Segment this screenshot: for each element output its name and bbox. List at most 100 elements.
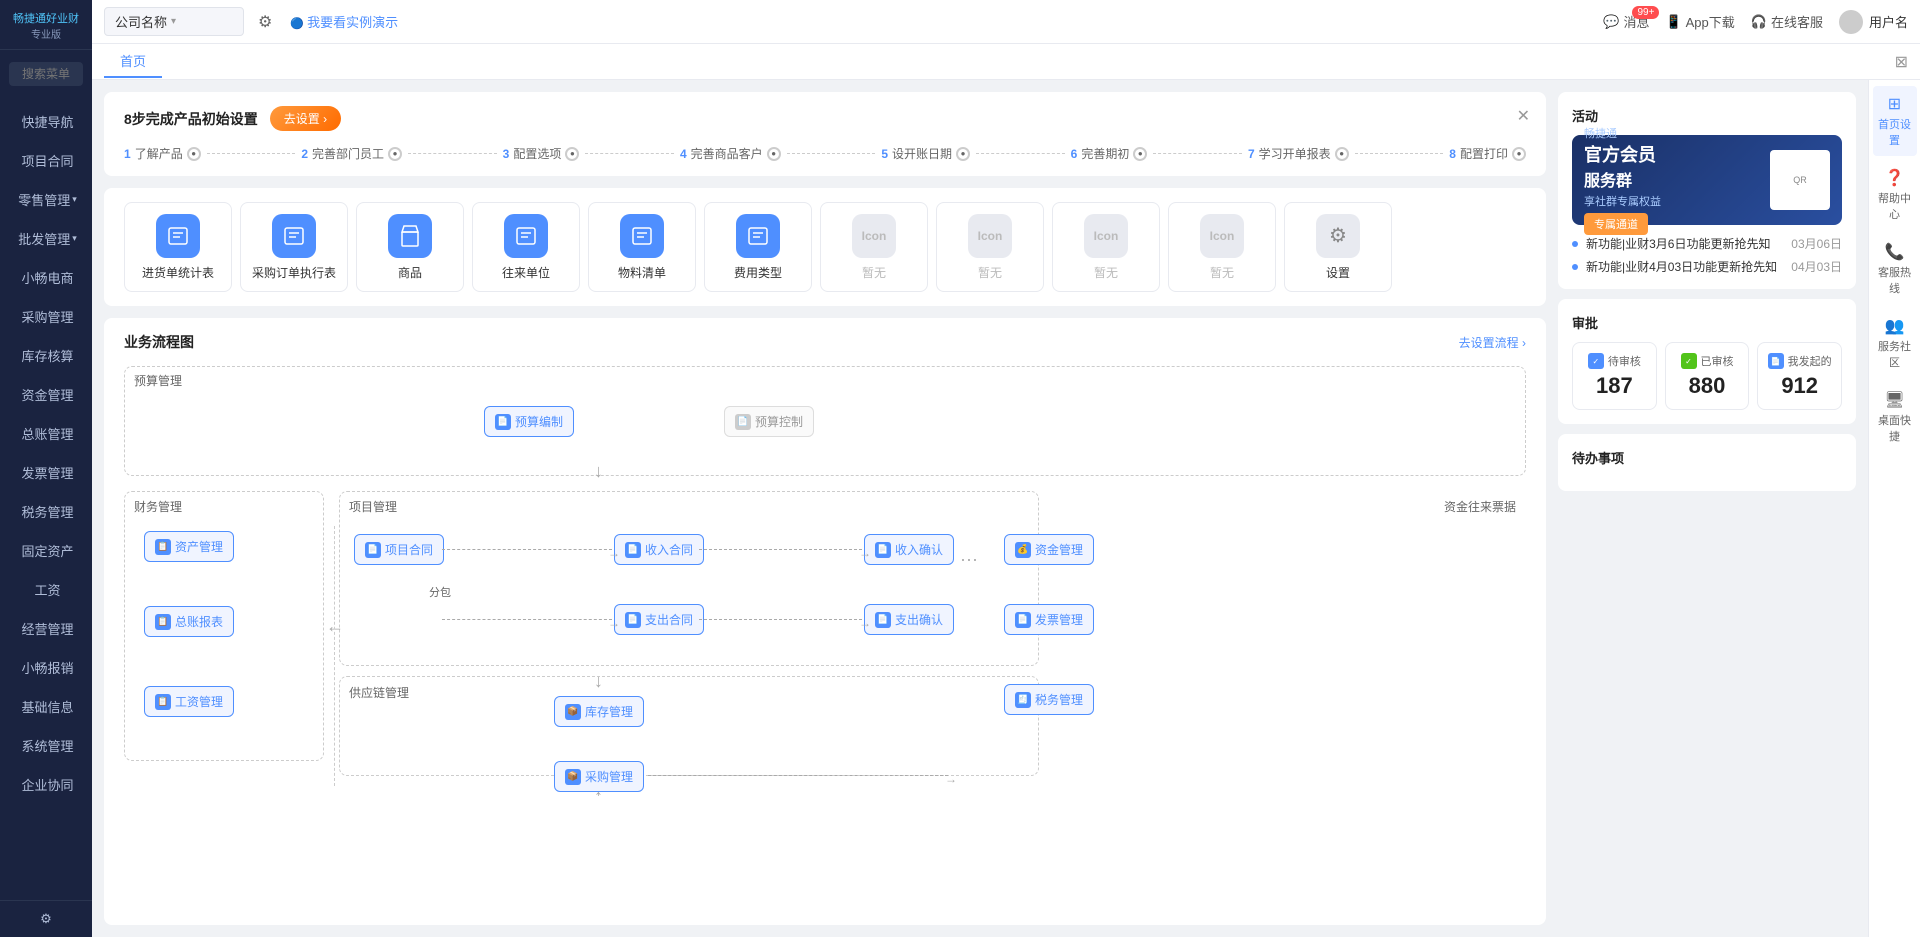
flow-node-warehouse[interactable]: 📦 库存管理 (554, 696, 644, 727)
news-text: 新功能|业财3月6日功能更新抢先知 (1586, 235, 1783, 252)
flow-node-ledger[interactable]: 📋 总账报表 (144, 606, 234, 637)
news-date: 03月06日 (1791, 235, 1842, 252)
flow-node-income-contract[interactable]: 📄 收入合同 (614, 534, 704, 565)
icon-item-settings[interactable]: ⚙ 设置 (1284, 202, 1392, 292)
flow-node-salary[interactable]: 📋 工资管理 (144, 686, 234, 717)
far-right-help[interactable]: ❓ 帮助中心 (1873, 160, 1917, 230)
sidebar-item-expense[interactable]: 小畅报销 (0, 648, 92, 687)
icon-item-purchase-order[interactable]: 采购订单执行表 (240, 202, 348, 292)
sidebar-item-capital[interactable]: 资金管理 (0, 375, 92, 414)
sidebar-item-invoice[interactable]: 发票管理 (0, 453, 92, 492)
news-item-2[interactable]: 新功能|业财4月03日功能更新抢先知 04月03日 (1572, 258, 1842, 275)
chevron-icon: ▾ (72, 194, 77, 205)
sidebar-item-retail[interactable]: 零售管理 ▾ (0, 180, 92, 219)
sidebar-item-purchase[interactable]: 采购管理 (0, 297, 92, 336)
approval-mine[interactable]: 📄 我发起的 912 (1757, 342, 1842, 410)
sidebar-item-collab[interactable]: 企业协同 (0, 765, 92, 804)
sidebar-item-inventory[interactable]: 库存核算 (0, 336, 92, 375)
expand-icon[interactable]: ⊠ (1895, 52, 1908, 72)
icon-item-bom[interactable]: 物料清单 (588, 202, 696, 292)
arrow-down-icon: ↓ (594, 461, 603, 482)
doc-check-icon: ✓ (1588, 353, 1604, 369)
icon-item-partner[interactable]: 往来单位 (472, 202, 580, 292)
step-2: 2 完善部门员工 ● (301, 145, 402, 162)
gear-icon[interactable]: ⚙ (258, 12, 272, 32)
icon-item-placeholder-2[interactable]: Icon 暂无 (936, 202, 1044, 292)
flow-node-capital-mgmt[interactable]: 💰 资金管理 (1004, 534, 1094, 565)
flow-header: 业务流程图 去设置流程 › (124, 332, 1526, 352)
flow-node-asset[interactable]: 📋 资产管理 (144, 531, 234, 562)
icon-item-purchase-stats[interactable]: 进货单统计表 (124, 202, 232, 292)
flow-node-budget-make[interactable]: 📄 预算编制 (484, 406, 574, 437)
step-line (976, 153, 1065, 154)
doc-my-icon: 📄 (1768, 353, 1784, 369)
sidebar-item-system[interactable]: 系统管理 (0, 726, 92, 765)
icon-item-expense-type[interactable]: 费用类型 (704, 202, 812, 292)
user-menu[interactable]: 用户名 (1839, 10, 1908, 34)
icon-item-placeholder-3[interactable]: Icon 暂无 (1052, 202, 1160, 292)
sidebar-item-basic[interactable]: 基础信息 (0, 687, 92, 726)
far-right-community[interactable]: 👥 服务社区 (1873, 308, 1917, 378)
sidebar-item-wholesale[interactable]: 批发管理 ▾ (0, 219, 92, 258)
flow-node-purchase[interactable]: 📦 采购管理 (554, 761, 644, 792)
purchase-order-icon (272, 214, 316, 258)
step-line (787, 153, 876, 154)
doc-icon: 📦 (565, 769, 581, 785)
middle-content: 8步完成产品初始设置 去设置 › ✕ 1 了解产品 ● 2 完善部门员工 ● (92, 80, 1558, 937)
sidebar-item-salary[interactable]: 工资 (0, 570, 92, 609)
settings-icon: ⚙ (1316, 214, 1360, 258)
flow-node-invoice-mgmt[interactable]: 📄 发票管理 (1004, 604, 1094, 635)
flow-node-income-confirm[interactable]: 📄 收入确认 (864, 534, 954, 565)
sidebar-item-project[interactable]: 项目合同 (0, 141, 92, 180)
icon-item-placeholder-1[interactable]: Icon 暂无 (820, 202, 928, 292)
flow-node-budget-control[interactable]: 📄 预算控制 (724, 406, 814, 437)
sidebar-item-quicknav[interactable]: 快捷导航 (0, 102, 92, 141)
sidebar-item-assets[interactable]: 固定资产 (0, 531, 92, 570)
budget-section-label: 预算管理 (134, 372, 182, 389)
flow-node-expense-contract[interactable]: 📄 支出合同 (614, 604, 704, 635)
sidebar-settings-button[interactable]: ⚙ (0, 900, 92, 937)
banner-btn[interactable]: 专属通道 (1584, 213, 1648, 235)
flow-node-expense-confirm[interactable]: 📄 支出确认 (864, 604, 954, 635)
far-right-home-settings[interactable]: ⊞ 首页设置 (1873, 86, 1917, 156)
step-circle-icon: ● (1512, 147, 1526, 161)
sidebar-logo: 畅捷通好业财 专业版 (0, 0, 92, 50)
sidebar-nav: 快捷导航 项目合同 零售管理 ▾ 批发管理 ▾ 小畅电商 采购管理 库存核算 资… (0, 102, 92, 900)
flow-settings-link[interactable]: 去设置流程 › (1459, 334, 1526, 351)
flow-node-project-contract[interactable]: 📄 项目合同 (354, 534, 444, 565)
arrow-dots-icon: ··· (960, 549, 978, 570)
news-item-1[interactable]: 新功能|业财3月6日功能更新抢先知 03月06日 (1572, 235, 1842, 252)
search-input[interactable] (9, 62, 83, 86)
approval-pending[interactable]: ✓ 待审核 187 (1572, 342, 1657, 410)
banner-text-3: 服务群 (1584, 167, 1661, 191)
far-right-hotline[interactable]: 📞 客服热线 (1873, 234, 1917, 304)
app-download-button[interactable]: 📱 App下载 (1665, 12, 1734, 31)
flow-node-tax[interactable]: 🧾 税务管理 (1004, 684, 1094, 715)
sidebar-item-ecommerce[interactable]: 小畅电商 (0, 258, 92, 297)
icon-item-goods[interactable]: 商品 (356, 202, 464, 292)
sidebar-item-tax[interactable]: 税务管理 (0, 492, 92, 531)
message-icon: 💬 (1603, 14, 1619, 30)
close-icon[interactable]: ✕ (1517, 106, 1530, 126)
approval-approved[interactable]: ✓ 已审核 880 (1665, 342, 1750, 410)
demo-link[interactable]: 我要看实例演示 (290, 12, 398, 31)
sidebar: 畅捷通好业财 专业版 快捷导航 项目合同 零售管理 ▾ 批发管理 ▾ 小畅电商 … (0, 0, 92, 937)
approval-card: 审批 ✓ 待审核 187 ✓ 已审核 880 (1558, 299, 1856, 424)
sidebar-item-ops[interactable]: 经营管理 (0, 609, 92, 648)
goto-settings-button[interactable]: 去设置 › (270, 106, 341, 131)
message-button[interactable]: 💬 消息 99+ (1603, 12, 1649, 31)
news-dot-icon (1572, 241, 1578, 247)
company-selector[interactable]: 公司名称 ▾ (104, 7, 244, 36)
content: 8步完成产品初始设置 去设置 › ✕ 1 了解产品 ● 2 完善部门员工 ● (92, 80, 1920, 937)
doc-icon: 📄 (875, 612, 891, 628)
sidebar-item-ledger[interactable]: 总账管理 (0, 414, 92, 453)
tab-home[interactable]: 首页 (104, 45, 162, 78)
far-right-desktop[interactable]: 🖥 桌面快捷 (1873, 382, 1917, 452)
service-button[interactable]: 🎧 在线客服 (1751, 12, 1823, 31)
placeholder-icon-4: Icon (1200, 214, 1244, 258)
icon-item-placeholder-4[interactable]: Icon 暂无 (1168, 202, 1276, 292)
partner-icon (504, 214, 548, 258)
project-section-bg (339, 491, 1039, 666)
icons-grid: 进货单统计表 采购订单执行表 商品 (124, 202, 1526, 292)
doc-icon: 📄 (495, 414, 511, 430)
